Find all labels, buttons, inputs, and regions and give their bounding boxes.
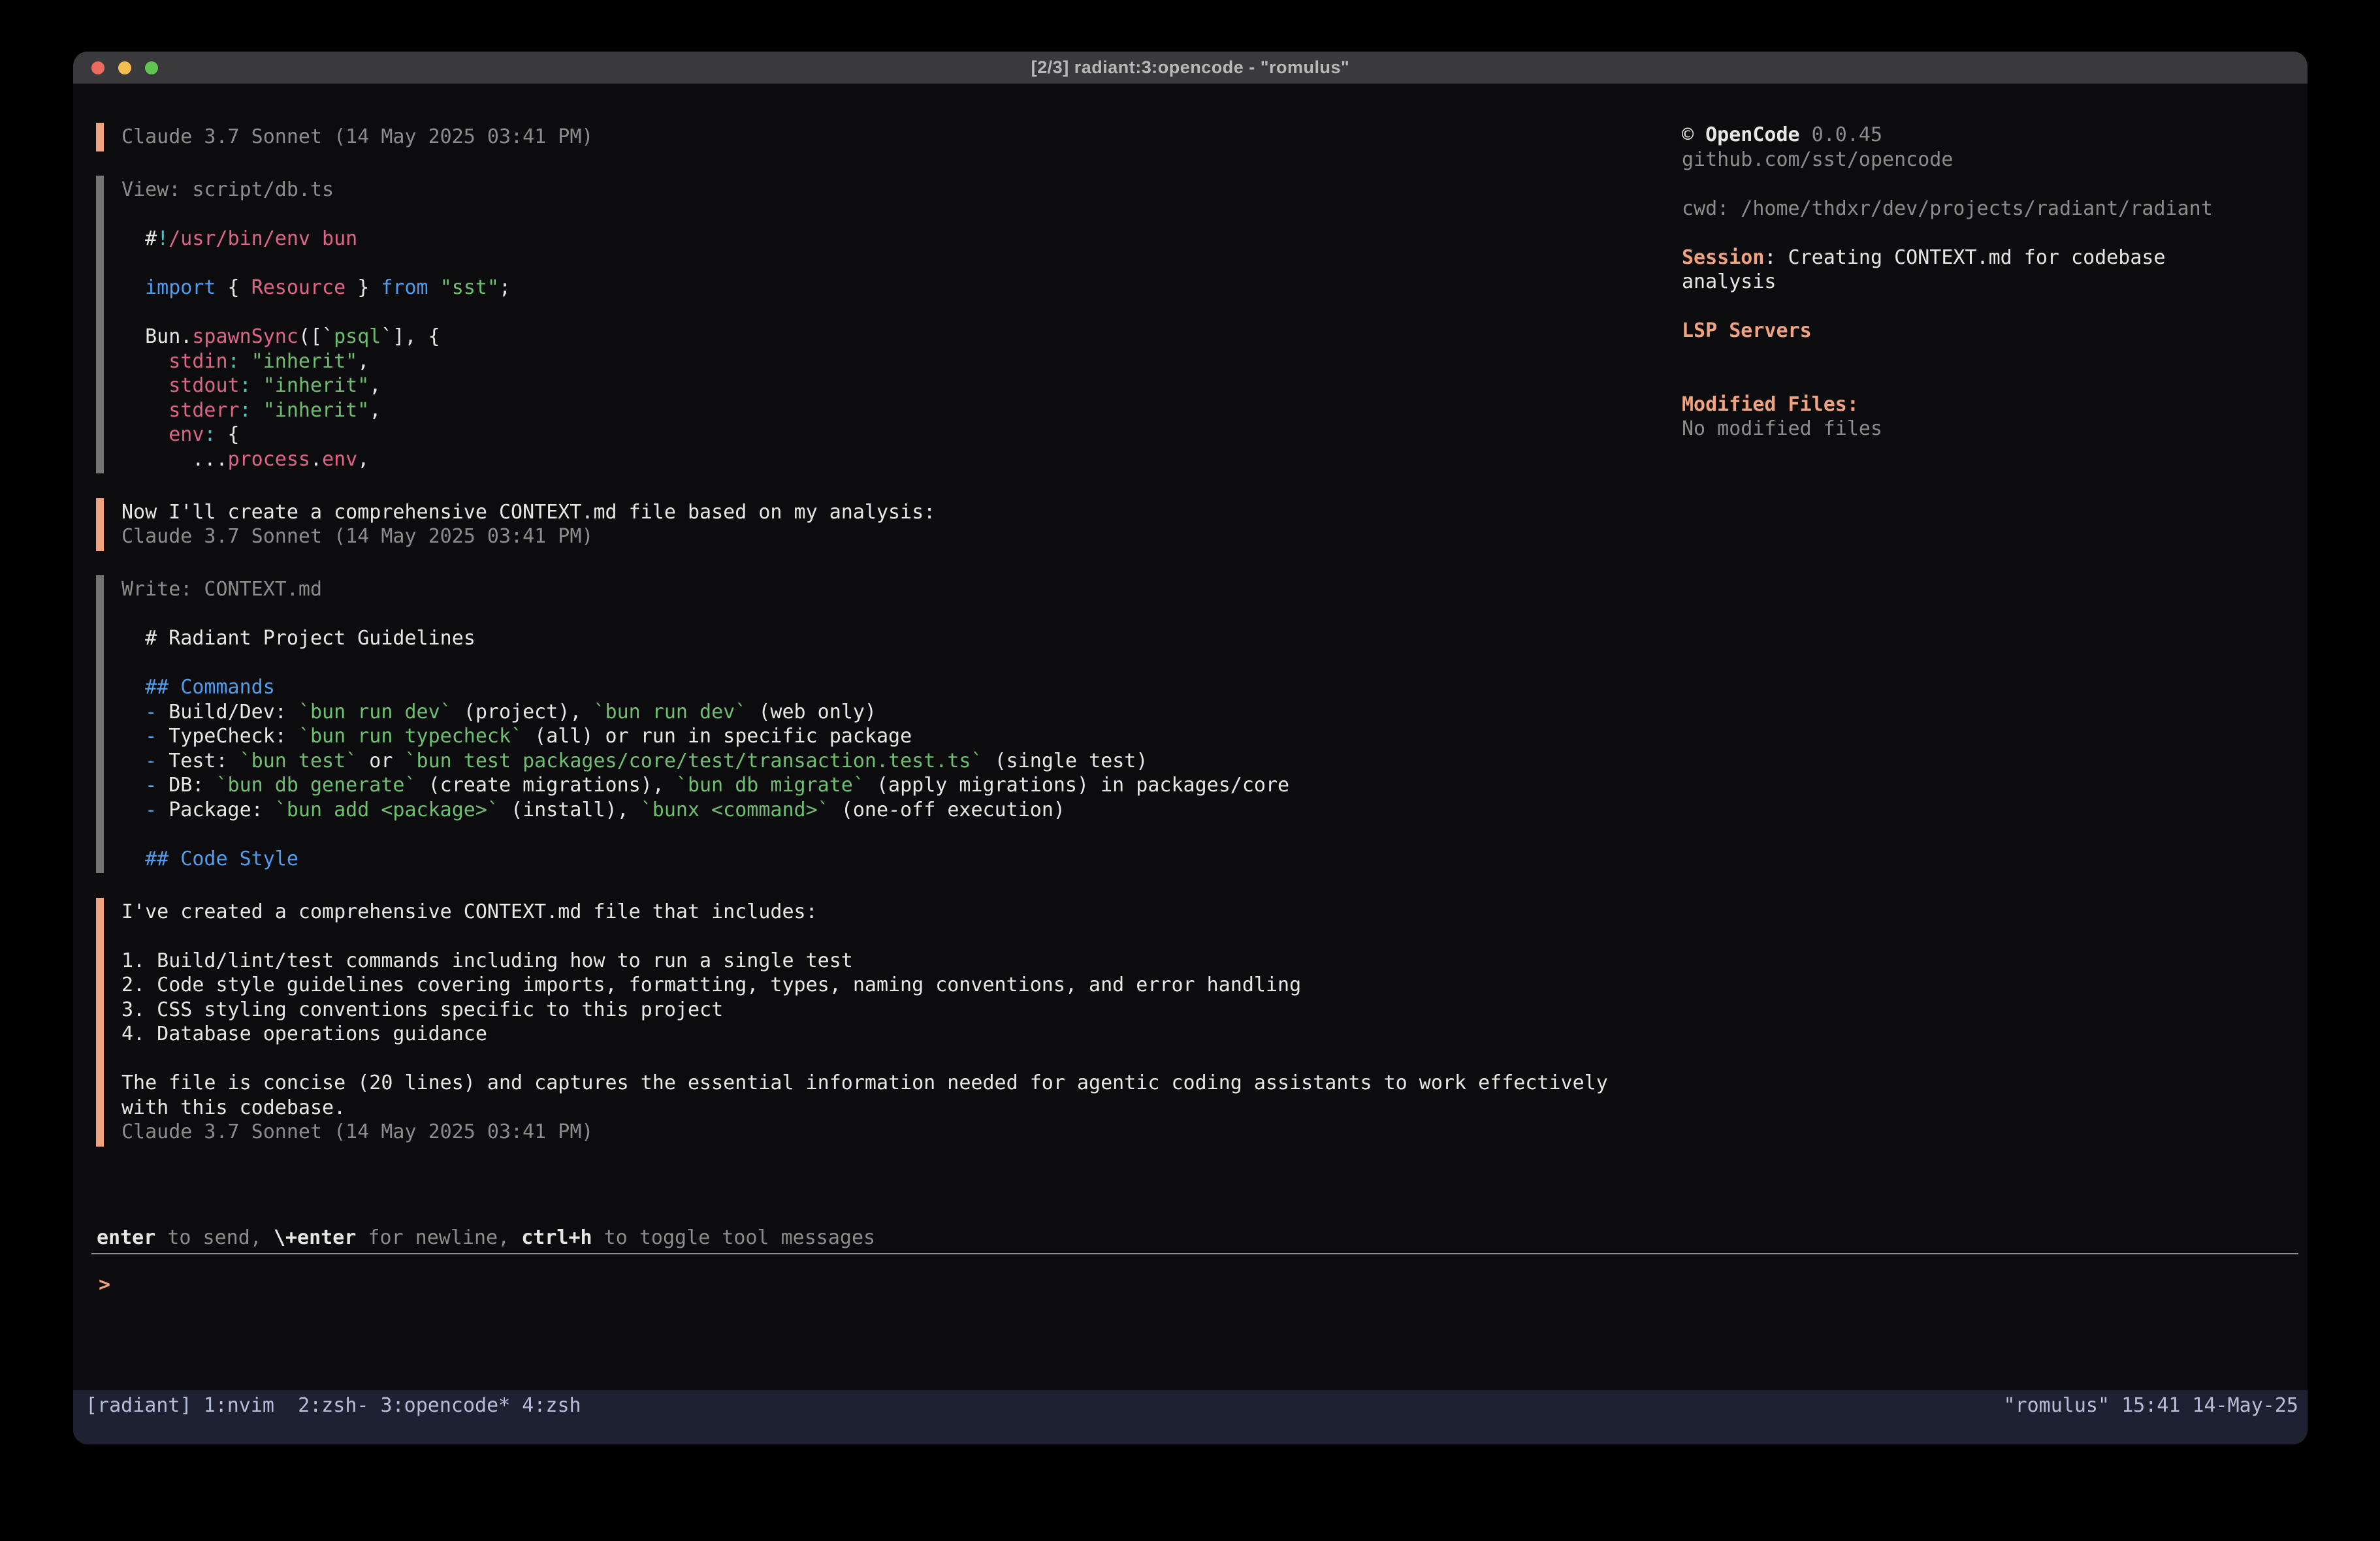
text-line bbox=[121, 300, 1632, 325]
text-line: enter to send, \+enter for newline, ctrl… bbox=[97, 1226, 875, 1250]
text-line: The file is concise (20 lines) and captu… bbox=[121, 1071, 1632, 1120]
text-line: Now I'll create a comprehensive CONTEXT.… bbox=[121, 500, 1632, 525]
text-line: github.com/sst/opencode bbox=[1682, 148, 2227, 172]
text-line: No modified files bbox=[1682, 417, 2227, 441]
text-line bbox=[1682, 368, 2227, 392]
text-line: © OpenCode 0.0.45 bbox=[1682, 123, 2227, 148]
text-line: - Package: `bun add <package>` (install)… bbox=[121, 798, 1632, 823]
window-titlebar: [2/3] radiant:3:opencode - "romulus" bbox=[73, 52, 2308, 84]
traffic-lights bbox=[91, 61, 158, 74]
text-line: stdout: "inherit", bbox=[121, 373, 1632, 398]
text-line: Claude 3.7 Sonnet (14 May 2025 03:41 PM) bbox=[121, 524, 1632, 549]
text-line: - Test: `bun test` or `bun test packages… bbox=[121, 749, 1632, 774]
tmux-session-time: "romulus" 15:41 14-May-25 bbox=[2003, 1393, 2298, 1418]
text-line: LSP Servers bbox=[1682, 319, 2227, 343]
text-line: Session: Creating CONTEXT.md for codebas… bbox=[1682, 246, 2225, 294]
text-line: ## Code Style bbox=[121, 847, 1632, 872]
terminal-content: Claude 3.7 Sonnet (14 May 2025 03:41 PM)… bbox=[73, 84, 2308, 1444]
tmux-window-list: [radiant] 1:nvim 2:zsh- 3:opencode* 4:zs… bbox=[86, 1394, 581, 1417]
text-line: #!/usr/bin/env bun bbox=[121, 227, 1632, 251]
input-divider bbox=[91, 1253, 2298, 1254]
text-line: 2. Code style guidelines covering import… bbox=[121, 973, 1632, 998]
text-line: ...process.env, bbox=[121, 447, 1632, 472]
text-line: ## Commands bbox=[121, 675, 1632, 700]
text-line: Bun.spawnSync([`psql`], { bbox=[121, 325, 1632, 349]
text-line: Modified Files: bbox=[1682, 392, 2227, 417]
text-line bbox=[121, 202, 1632, 227]
text-line: Claude 3.7 Sonnet (14 May 2025 03:41 PM) bbox=[121, 1120, 1632, 1145]
text-line: stderr: "inherit", bbox=[121, 398, 1632, 423]
text-line: # Radiant Project Guidelines bbox=[121, 626, 1632, 651]
text-line bbox=[121, 822, 1632, 847]
text-line: I've created a comprehensive CONTEXT.md … bbox=[121, 900, 1632, 925]
text-line: - Build/Dev: `bun run dev` (project), `b… bbox=[121, 700, 1632, 725]
tmux-status-bar: [radiant] 1:nvim 2:zsh- 3:opencode* 4:zs… bbox=[73, 1390, 2308, 1444]
text-line: - DB: `bun db generate` (create migratio… bbox=[121, 773, 1632, 798]
chat-log: Claude 3.7 Sonnet (14 May 2025 03:41 PM)… bbox=[96, 123, 1632, 1147]
text-line bbox=[121, 1047, 1632, 1072]
text-line: Write: CONTEXT.md bbox=[121, 577, 1632, 602]
text-line bbox=[121, 651, 1632, 676]
text-line: 3. CSS styling conventions specific to t… bbox=[121, 998, 1632, 1023]
window-title: [2/3] radiant:3:opencode - "romulus" bbox=[1031, 57, 1350, 78]
message-input[interactable]: > bbox=[99, 1273, 2289, 1387]
close-button[interactable] bbox=[91, 61, 105, 74]
text-line: - TypeCheck: `bun run typecheck` (all) o… bbox=[121, 724, 1632, 749]
text-line: 1. Build/lint/test commands including ho… bbox=[121, 949, 1632, 974]
text-line bbox=[1682, 294, 2227, 319]
text-line: stdin: "inherit", bbox=[121, 349, 1632, 374]
text-line: Claude 3.7 Sonnet (14 May 2025 03:41 PM) bbox=[121, 125, 1632, 150]
prompt-icon: > bbox=[99, 1273, 110, 1296]
terminal-window: [2/3] radiant:3:opencode - "romulus" Cla… bbox=[73, 52, 2308, 1444]
text-line: View: script/db.ts bbox=[121, 178, 1632, 202]
text-line: env: { bbox=[121, 422, 1632, 447]
maximize-button[interactable] bbox=[145, 61, 158, 74]
text-line bbox=[1682, 343, 2227, 368]
session-sidebar: © OpenCode 0.0.45github.com/sst/opencode… bbox=[1682, 123, 2227, 441]
assistant-text-block: Now I'll create a comprehensive CONTEXT.… bbox=[96, 498, 1632, 551]
text-line bbox=[121, 251, 1632, 276]
text-line bbox=[1682, 221, 2227, 246]
minimize-button[interactable] bbox=[118, 61, 131, 74]
tool-write-block: Write: CONTEXT.md # Radiant Project Guid… bbox=[96, 575, 1632, 873]
text-line: import { Resource } from "sst"; bbox=[121, 276, 1632, 300]
assistant-meta-block: Claude 3.7 Sonnet (14 May 2025 03:41 PM) bbox=[96, 123, 1632, 151]
tool-view-block: View: script/db.ts #!/usr/bin/env bun im… bbox=[96, 176, 1632, 473]
text-line bbox=[121, 924, 1632, 949]
input-hint: enter to send, \+enter for newline, ctrl… bbox=[97, 1226, 875, 1250]
text-line: 4. Database operations guidance bbox=[121, 1022, 1632, 1047]
text-line bbox=[121, 602, 1632, 627]
text-line: cwd: /home/thdxr/dev/projects/radiant/ra… bbox=[1682, 197, 2227, 221]
text-line bbox=[1682, 172, 2227, 197]
assistant-summary-block: I've created a comprehensive CONTEXT.md … bbox=[96, 898, 1632, 1147]
